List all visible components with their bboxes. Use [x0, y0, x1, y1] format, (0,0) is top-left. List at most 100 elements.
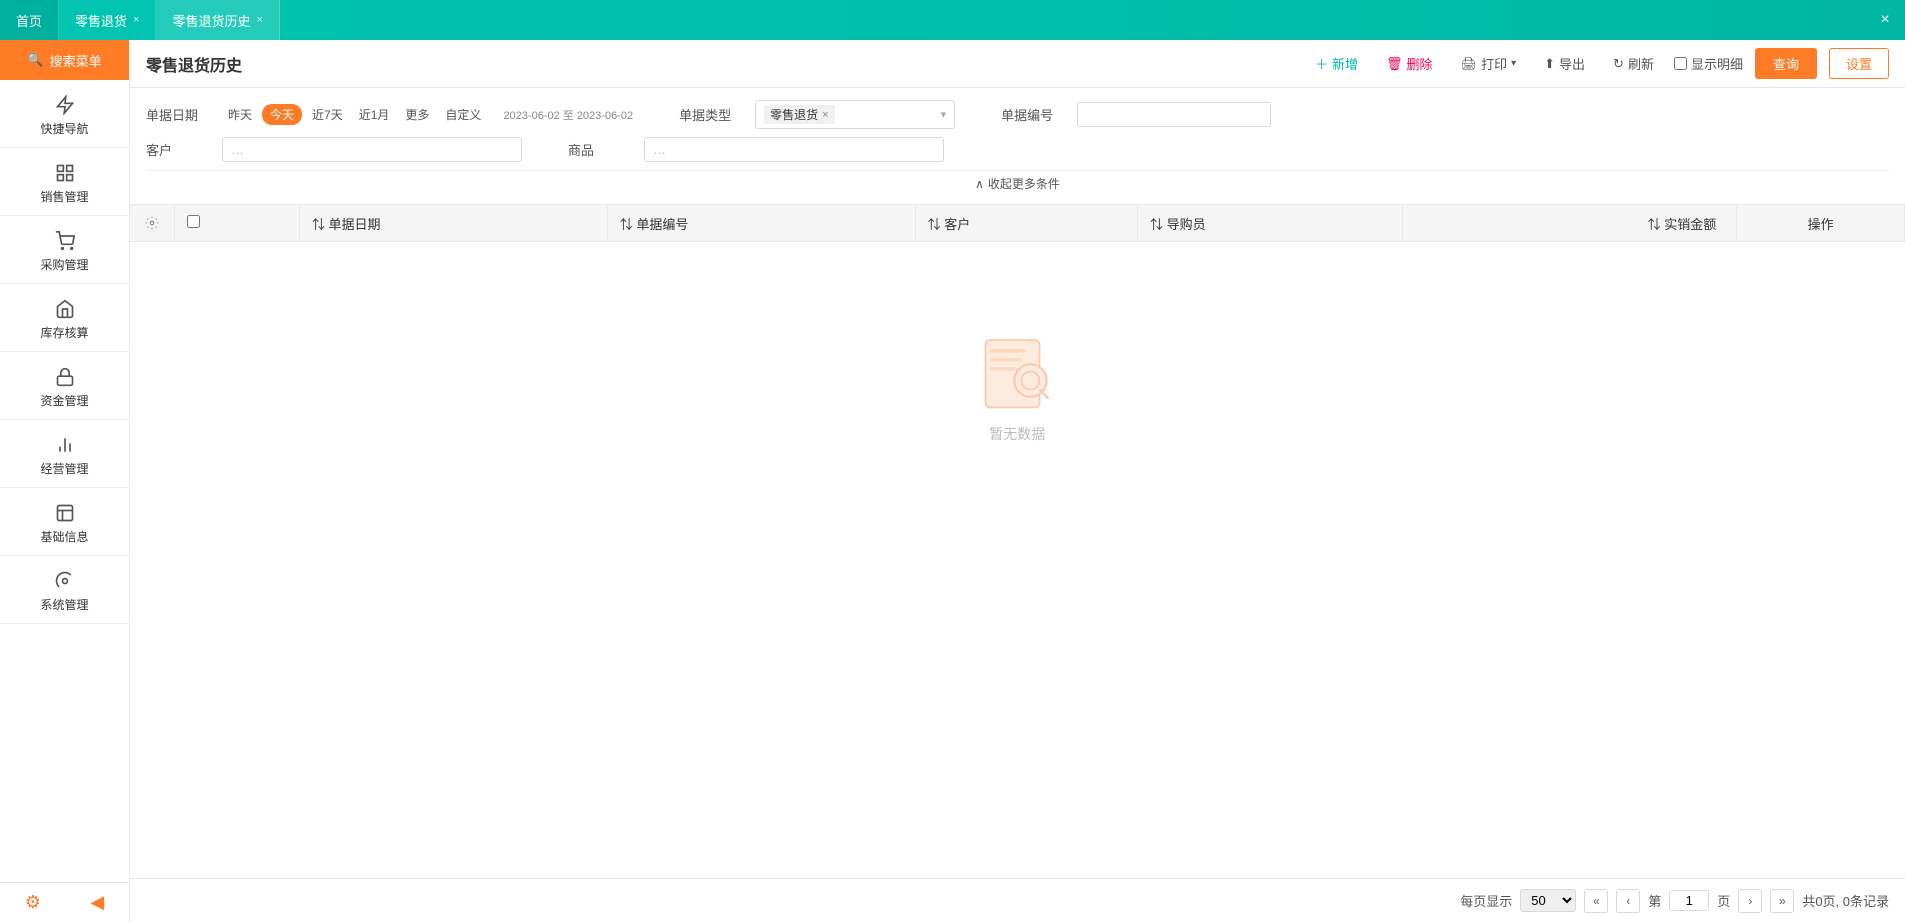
tab-retail-return[interactable]: 零售退货 ×: [59, 0, 156, 40]
date-filter-label: 单据日期: [146, 105, 206, 124]
print-button[interactable]: 🖨 打印 ▾: [1453, 50, 1525, 77]
sidebar-item-system[interactable]: 系统管理: [0, 556, 129, 624]
type-tag-close[interactable]: ×: [822, 109, 828, 121]
col-date-label: ⇅ 单据日期: [312, 217, 381, 232]
tab-retail-return-history-label: 零售退货历史: [172, 11, 250, 30]
settings-bottom-icon[interactable]: ⚙: [25, 892, 41, 913]
prev-page-button[interactable]: ‹: [1616, 889, 1640, 913]
tab-retail-return-history[interactable]: 零售退货历史 ×: [156, 0, 279, 40]
window-close-button[interactable]: ×: [1865, 0, 1905, 40]
sidebar-item-quick-nav[interactable]: 快捷导航: [0, 80, 129, 148]
sidebar-item-operations[interactable]: 经营管理: [0, 420, 129, 488]
sidebar-items: 快捷导航 销售管理 采购管理 库存核算: [0, 80, 129, 882]
refresh-icon: ↻: [1613, 56, 1624, 72]
sidebar-item-base-info[interactable]: 基础信息: [0, 488, 129, 556]
goods-filter-label: 商品: [568, 140, 628, 159]
date-filter-today[interactable]: 今天: [262, 104, 302, 125]
page-title: 零售退货历史: [146, 52, 1307, 76]
next-page-button[interactable]: ›: [1738, 889, 1762, 913]
type-filter-select[interactable]: 零售退货 × ▾: [755, 100, 955, 129]
delete-button[interactable]: 🗑 删除: [1378, 50, 1441, 77]
type-select-chevron-icon: ▾: [941, 108, 947, 121]
col-checkbox[interactable]: [175, 205, 300, 242]
search-icon: 🔍: [27, 52, 43, 68]
tab-home[interactable]: 首页: [0, 0, 59, 40]
sidebar-bottom: ⚙ ◀: [0, 882, 129, 922]
col-date[interactable]: ⇅ 单据日期: [299, 205, 607, 242]
tab-retail-return-close[interactable]: ×: [133, 14, 139, 26]
date-filters: 昨天 今天 近7天 近1月 更多 自定义: [222, 104, 487, 125]
export-icon: ⬆: [1544, 56, 1555, 72]
refresh-button[interactable]: ↻ 刷新: [1605, 50, 1662, 77]
operations-icon: [54, 434, 76, 456]
export-label: 导出: [1559, 54, 1585, 73]
goods-placeholder: …: [653, 142, 666, 157]
voucher-filter-label: 单据编号: [1001, 105, 1061, 124]
content-area: 零售退货历史 ＋ 新增 🗑 删除 🖨 打印 ▾ ⬆ 导出: [130, 40, 1905, 922]
date-filter-more[interactable]: 更多: [399, 104, 435, 125]
page-size-select[interactable]: 50 10 20 100: [1520, 889, 1576, 912]
page-input-prefix: 第: [1648, 891, 1661, 910]
col-customer[interactable]: ⇅ 客户: [915, 205, 1137, 242]
last-page-button[interactable]: »: [1770, 889, 1794, 913]
date-filter-yesterday[interactable]: 昨天: [222, 104, 258, 125]
goods-filter-input[interactable]: …: [644, 137, 944, 162]
main-layout: 🔍 搜索菜单 快捷导航 销售管理 采购管理: [0, 40, 1905, 922]
delete-label: 删除: [1407, 54, 1433, 73]
tab-retail-return-history-close[interactable]: ×: [256, 14, 262, 26]
delete-icon: 🗑: [1386, 56, 1403, 72]
total-info: 共0页, 0条记录: [1802, 891, 1889, 910]
table-settings-icon[interactable]: [142, 213, 162, 233]
close-icon: ×: [1880, 11, 1889, 29]
col-settings[interactable]: [130, 205, 175, 242]
prev-page-icon: ‹: [1626, 894, 1630, 908]
tab-home-label: 首页: [16, 11, 42, 30]
col-number[interactable]: ⇅ 单据编号: [607, 205, 915, 242]
show-detail-checkbox-label[interactable]: 显示明细: [1674, 54, 1743, 73]
date-filter-1month[interactable]: 近1月: [353, 104, 396, 125]
customer-filter-input[interactable]: …: [222, 137, 522, 162]
col-amount[interactable]: ⇅ 实销金额: [1403, 205, 1737, 242]
show-detail-checkbox[interactable]: [1674, 57, 1687, 70]
page-input-suffix: 页: [1717, 891, 1730, 910]
sidebar-item-purchase[interactable]: 采购管理: [0, 216, 129, 284]
sidebar-search-button[interactable]: 🔍 搜索菜单: [0, 40, 129, 80]
query-button[interactable]: 查询: [1755, 48, 1817, 79]
sidebar-item-finance[interactable]: 资金管理: [0, 352, 129, 420]
empty-state: 暂无数据: [130, 242, 1905, 524]
collapse-button[interactable]: ∧ 收起更多条件: [146, 170, 1889, 196]
quick-nav-icon: [54, 94, 76, 116]
sidebar: 🔍 搜索菜单 快捷导航 销售管理 采购管理: [0, 40, 130, 922]
date-filter-7days[interactable]: 近7天: [306, 104, 349, 125]
sidebar-item-sales[interactable]: 销售管理: [0, 148, 129, 216]
voucher-filter-input[interactable]: [1077, 102, 1271, 127]
system-icon: [54, 570, 76, 592]
sidebar-item-finance-label: 资金管理: [40, 392, 88, 409]
sidebar-item-inventory-label: 库存核算: [40, 324, 88, 341]
select-all-checkbox[interactable]: [187, 215, 200, 228]
new-button[interactable]: ＋ 新增: [1307, 50, 1366, 77]
date-range-text: 2023-06-02 至 2023-06-02: [503, 107, 633, 123]
settings-button[interactable]: 设置: [1829, 48, 1889, 79]
data-table: ⇅ 单据日期 ⇅ 单据编号 ⇅ 客户 ⇅ 导购员 ⇅ 实销金额: [130, 205, 1905, 524]
export-button[interactable]: ⬆ 导出: [1536, 50, 1593, 77]
page-number-input[interactable]: [1669, 890, 1709, 911]
date-filter-custom[interactable]: 自定义: [439, 104, 487, 125]
purchase-icon: [54, 230, 76, 252]
sidebar-search-label: 搜索菜单: [50, 51, 102, 70]
first-page-icon: «: [1593, 894, 1600, 908]
col-guide[interactable]: ⇅ 导购员: [1137, 205, 1402, 242]
first-page-button[interactable]: «: [1584, 889, 1608, 913]
tab-retail-return-label: 零售退货: [75, 11, 127, 30]
table-header: ⇅ 单据日期 ⇅ 单据编号 ⇅ 客户 ⇅ 导购员 ⇅ 实销金额: [130, 205, 1905, 242]
page-size-label: 每页显示: [1460, 891, 1512, 910]
col-amount-label: ⇅ 实销金额: [1648, 217, 1717, 232]
volume-bottom-icon[interactable]: ◀: [90, 892, 104, 913]
col-action-label: 操作: [1808, 217, 1834, 232]
sales-icon: [54, 162, 76, 184]
col-number-label: ⇅ 单据编号: [620, 217, 689, 232]
sidebar-item-system-label: 系统管理: [40, 596, 88, 613]
top-bar: 首页 零售退货 × 零售退货历史 × ×: [0, 0, 1905, 40]
sidebar-item-inventory[interactable]: 库存核算: [0, 284, 129, 352]
chevron-up-icon: ∧: [975, 177, 984, 191]
